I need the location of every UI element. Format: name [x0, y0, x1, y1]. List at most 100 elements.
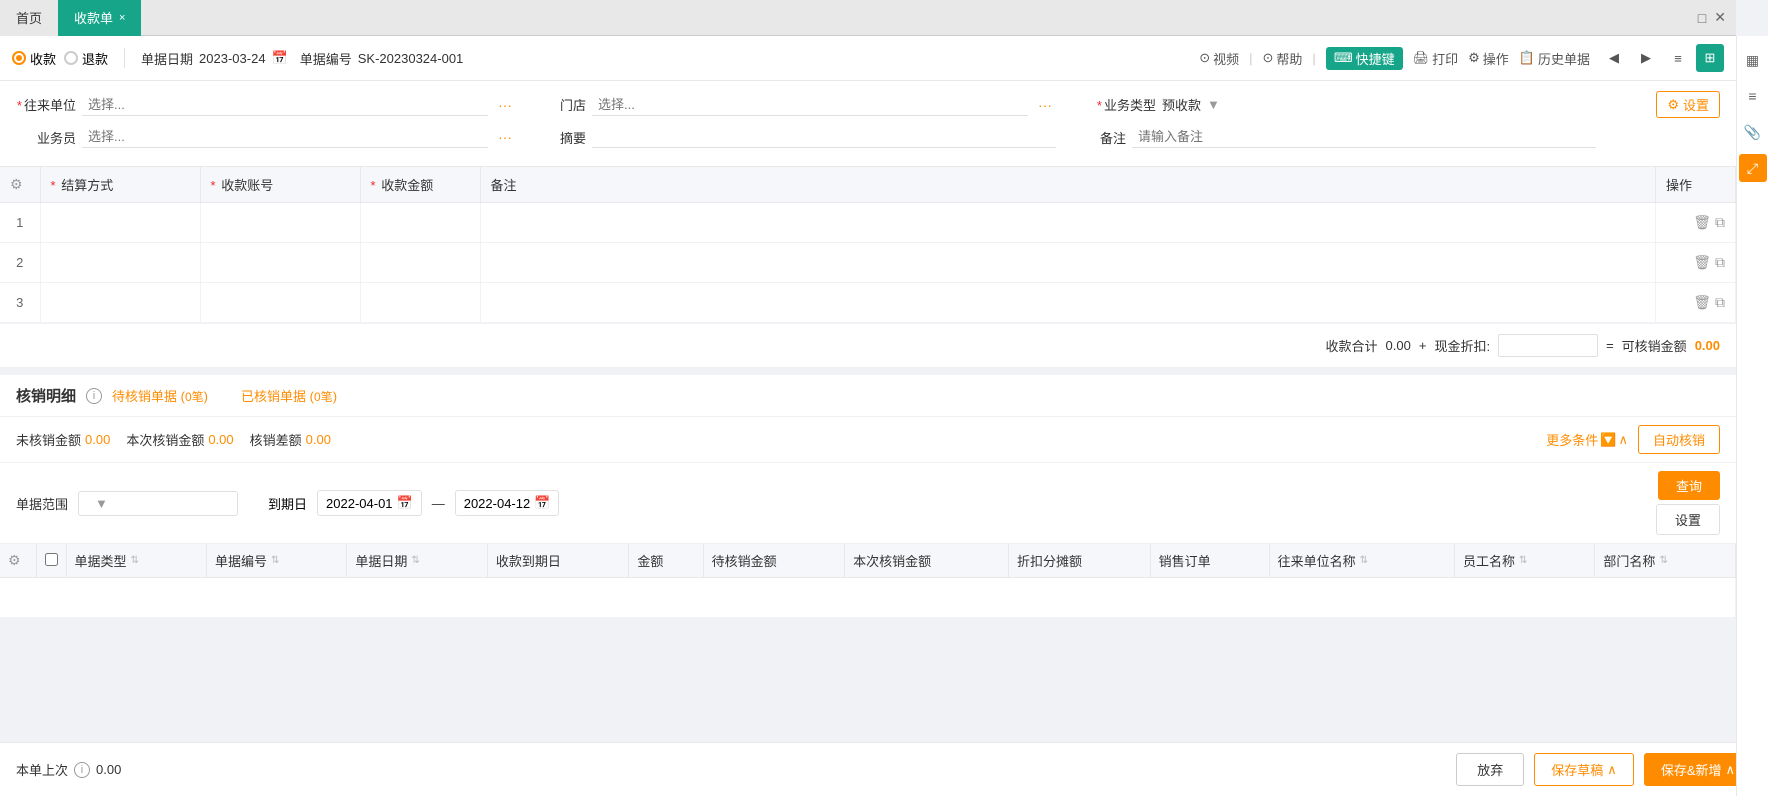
more-conditions-label: 更多条件 [1546, 430, 1598, 449]
tab-separator [218, 386, 231, 405]
store-input[interactable] [592, 94, 1028, 116]
bth-sales-order: 销售订单 [1150, 544, 1269, 578]
window-close-icon[interactable]: ✕ [1714, 9, 1726, 26]
verification-title: 核销明细 [16, 385, 76, 406]
remark-input[interactable] [1132, 126, 1596, 148]
tab-home-label: 首页 [16, 8, 42, 27]
attach-icon[interactable]: 📎 [1739, 118, 1767, 146]
doc-icon[interactable]: ≡ [1739, 82, 1767, 110]
nav-prev-btn[interactable]: ◀ [1600, 44, 1628, 72]
settings-area: ⚙ 设置 [1656, 91, 1720, 118]
shortcut-btn[interactable]: ⌨ 快捷键 [1326, 47, 1403, 70]
summary-input[interactable] [592, 126, 1056, 148]
discount-input[interactable] [1498, 334, 1598, 357]
footer-info-icon[interactable]: i [74, 762, 90, 778]
auto-clear-btn[interactable]: 自动核销 [1638, 425, 1720, 454]
copy-icon-2[interactable]: ⧉ [1715, 254, 1725, 271]
operation-label: 操作 [1483, 49, 1509, 68]
plus-sign: + [1419, 338, 1427, 353]
delete-icon-1[interactable]: 🗑 [1693, 214, 1711, 231]
salesperson-input[interactable] [82, 126, 488, 148]
last-value: 0.00 [96, 762, 121, 777]
window-restore-icon[interactable]: □ [1698, 10, 1706, 26]
number-value: SK-20230324-001 [358, 51, 464, 66]
pending-tab[interactable]: 待核销单据 (0笔) [112, 386, 208, 405]
date-filter-row: 单据范围 ▼ 到期日 2022-04-01 📅 — 2022-04-12 📅 查… [0, 463, 1736, 544]
cell-account-2[interactable] [200, 243, 360, 283]
calendar-icon[interactable]: 📅 [272, 50, 288, 66]
current-verify-label: 本次核销金额 [126, 430, 204, 449]
nav-next-btn[interactable]: ▶ [1632, 44, 1660, 72]
verified-tab[interactable]: 已核销单据 (0笔) [241, 386, 337, 405]
cell-settlement-1[interactable] [40, 203, 200, 243]
store-more-btn[interactable]: ··· [1034, 97, 1056, 113]
counterparty-more-btn[interactable]: ··· [494, 97, 516, 113]
help-icon: ⊙ [1263, 50, 1274, 66]
more-conditions-btn[interactable]: 更多条件 🔽 ∧ [1546, 430, 1628, 449]
bth-date: 单据日期 ⇅ [347, 544, 487, 578]
date-settings-btn[interactable]: 设置 [1656, 504, 1720, 535]
cell-settlement-2[interactable] [40, 243, 200, 283]
start-date-input[interactable]: 2022-04-01 📅 [317, 490, 422, 516]
cell-amount-1[interactable] [360, 203, 480, 243]
copy-icon-1[interactable]: ⧉ [1715, 214, 1725, 231]
salesperson-more-btn[interactable]: ··· [494, 129, 516, 145]
current-verify-value: 0.00 [208, 432, 233, 447]
cell-settlement-3[interactable] [40, 283, 200, 323]
business-type-selector[interactable]: 预收款 ▼ [1162, 95, 1220, 114]
table-gear-icon[interactable]: ⚙ [10, 176, 23, 192]
counterparty-input[interactable] [82, 94, 488, 116]
th-action: 操作 [1656, 167, 1736, 203]
cell-remark-2[interactable] [480, 243, 1656, 283]
bottom-table-gear-icon[interactable]: ⚙ [8, 552, 21, 568]
current-verify-item: 本次核销金额 0.00 [126, 430, 233, 449]
sort-department[interactable]: 部门名称 ⇅ [1603, 551, 1727, 570]
query-btn[interactable]: 查询 [1658, 471, 1720, 500]
sort-date[interactable]: 单据日期 ⇅ [355, 551, 478, 570]
delete-icon-2[interactable]: 🗑 [1693, 254, 1711, 271]
discard-btn[interactable]: 放弃 [1456, 753, 1524, 786]
cell-account-3[interactable] [200, 283, 360, 323]
settings-button[interactable]: ⚙ 设置 [1656, 91, 1720, 118]
save-draft-label: 保存草稿 [1551, 760, 1603, 779]
sort-employee[interactable]: 员工名称 ⇅ [1463, 551, 1586, 570]
tab-home[interactable]: 首页 [0, 0, 58, 36]
expand-icon[interactable]: ⤢ [1739, 154, 1767, 182]
bottom-table: ⚙ 单据类型 ⇅ 单据编号 [0, 544, 1736, 618]
table-icon[interactable]: ▦ [1739, 46, 1767, 74]
bth-gear[interactable]: ⚙ [0, 544, 36, 578]
cell-amount-2[interactable] [360, 243, 480, 283]
save-draft-btn[interactable]: 保存草稿 ∧ [1534, 753, 1634, 786]
verification-info-icon[interactable]: i [86, 388, 102, 404]
cell-account-1[interactable] [200, 203, 360, 243]
cell-remark-3[interactable] [480, 283, 1656, 323]
bth-discount: 折扣分摊额 [1009, 544, 1151, 578]
view-grid-btn[interactable]: ⊞ [1696, 44, 1724, 72]
sort-counterparty[interactable]: 往来单位名称 ⇅ [1278, 551, 1446, 570]
tab-close-icon[interactable]: × [119, 12, 125, 24]
business-type-arrow[interactable]: ▼ [1207, 97, 1220, 112]
radio-refund[interactable]: 退款 [64, 49, 108, 68]
delete-icon-3[interactable]: 🗑 [1693, 294, 1711, 311]
sort-type[interactable]: 单据类型 ⇅ [75, 551, 198, 570]
video-btn[interactable]: ⊙ 视频 [1199, 49, 1239, 68]
end-date-input[interactable]: 2022-04-12 📅 [455, 490, 560, 516]
copy-icon-3[interactable]: ⧉ [1715, 294, 1725, 311]
select-all-checkbox[interactable] [45, 553, 58, 566]
tab-receipt[interactable]: 收款单 × [58, 0, 141, 36]
sort-number[interactable]: 单据编号 ⇅ [215, 551, 338, 570]
bth-type: 单据类型 ⇅ [66, 544, 206, 578]
help-btn[interactable]: ⊙ 帮助 [1263, 49, 1303, 68]
view-list-btn[interactable]: ≡ [1664, 44, 1692, 72]
operation-btn[interactable]: ⚙ 操作 [1468, 49, 1509, 68]
cell-amount-3[interactable] [360, 283, 480, 323]
print-btn[interactable]: 🖨 打印 [1413, 49, 1459, 68]
range-selector[interactable]: ▼ [78, 491, 238, 516]
cell-remark-1[interactable] [480, 203, 1656, 243]
table-row: 2 🗑 ⧉ [0, 243, 1736, 283]
history-btn[interactable]: 📋 历史单据 [1519, 49, 1590, 68]
divider-1 [124, 48, 125, 68]
history-icon: 📋 [1519, 50, 1535, 66]
bottom-table-area: ⚙ 单据类型 ⇅ 单据编号 [0, 544, 1736, 618]
radio-receipt[interactable]: 收款 [12, 49, 56, 68]
